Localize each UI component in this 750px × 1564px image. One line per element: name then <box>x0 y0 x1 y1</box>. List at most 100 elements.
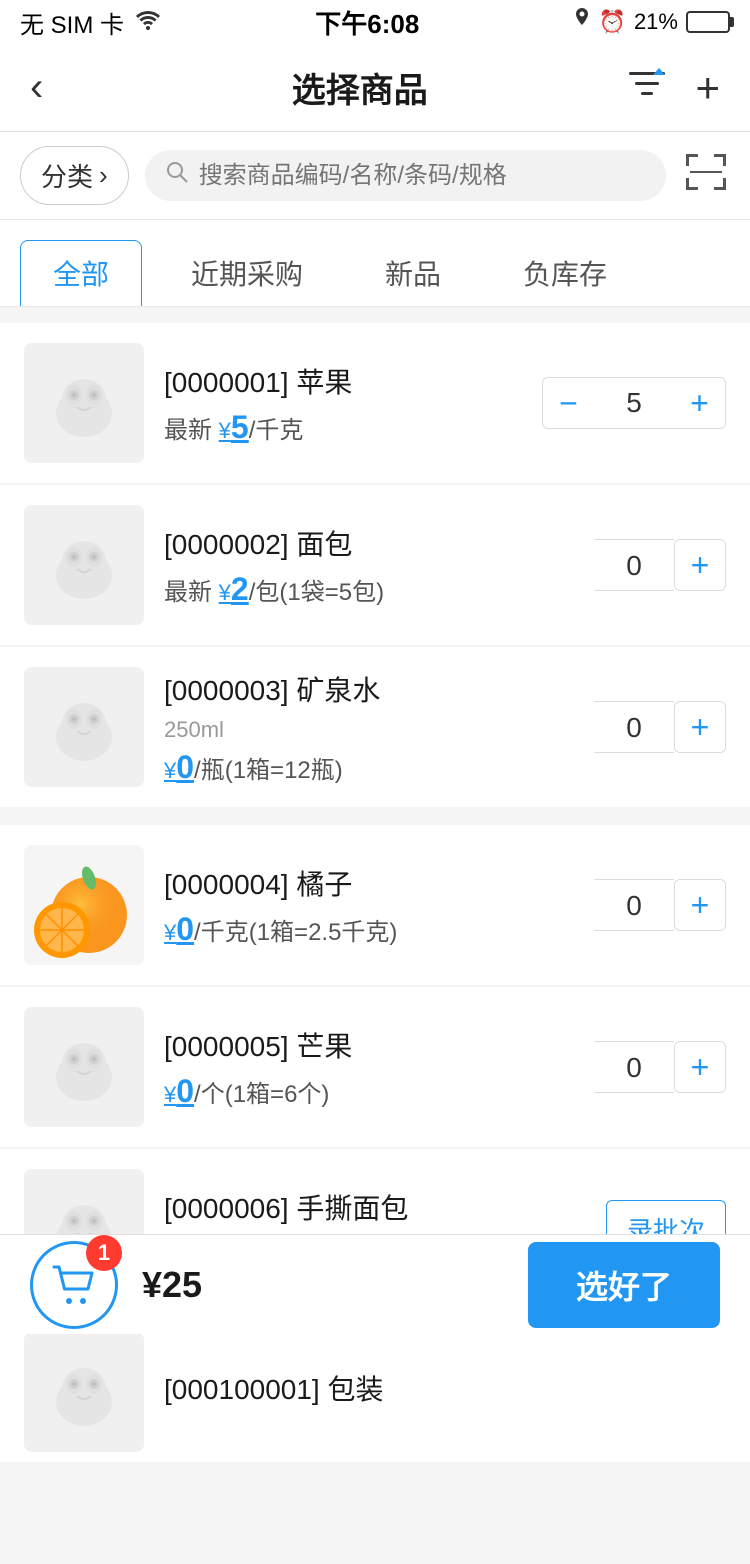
product-spec: 250ml <box>164 717 574 743</box>
price-label: 最新 <box>164 417 219 444</box>
product-item: [0000003] 矿泉水 250ml ¥0/瓶(1箱=12瓶) 0 + <box>0 647 750 807</box>
wifi-icon <box>134 8 162 37</box>
product-image-packaging <box>24 1332 144 1452</box>
product-item: [0000002] 面包 最新 ¥2/包(1袋=5包) 0 + <box>0 485 750 645</box>
price-unit: /包(1袋=5包) <box>249 579 384 606</box>
product-item: [0000005] 芒果 ¥0/个(1箱=6个) 0 + <box>0 987 750 1147</box>
product-image-water <box>24 667 144 787</box>
product-name: [0000002] 面包 <box>164 523 574 563</box>
tab-all[interactable]: 全部 <box>20 240 142 306</box>
price-unit: /千克 <box>249 417 304 444</box>
price-currency: ¥ <box>164 1082 176 1107</box>
price-label: 最新 <box>164 579 219 606</box>
search-bar <box>145 150 666 201</box>
product-info-mango: [0000005] 芒果 ¥0/个(1箱=6个) <box>164 1025 574 1110</box>
quantity-increment-button[interactable]: + <box>674 377 726 429</box>
quantity-control-mango: 0 + <box>594 1041 726 1093</box>
price-currency: ¥ <box>219 418 231 443</box>
product-name: [0000003] 矿泉水 <box>164 669 574 709</box>
product-name: [000100001] 包装 <box>164 1368 726 1408</box>
tab-recent[interactable]: 近期采购 <box>158 240 336 306</box>
price-value: 0 <box>176 749 194 785</box>
section-divider <box>0 307 750 323</box>
status-left: 无 SIM 卡 <box>20 5 162 40</box>
quantity-control-bread: 0 + <box>594 539 726 591</box>
battery-icon <box>686 11 730 33</box>
product-item: [0000001] 苹果 最新 ¥5/千克 − + <box>0 323 750 483</box>
product-price: ¥0/千克(1箱=2.5千克) <box>164 911 574 948</box>
price-unit: /瓶(1箱=12瓶) <box>194 757 343 784</box>
quantity-display: 0 <box>594 1041 674 1093</box>
category-chevron: › <box>99 160 108 191</box>
product-name: [0000005] 芒果 <box>164 1025 574 1065</box>
quantity-increment-button[interactable]: + <box>674 701 726 753</box>
price-currency: ¥ <box>164 920 176 945</box>
quantity-increment-button[interactable]: + <box>674 539 726 591</box>
quantity-decrement-button[interactable]: − <box>542 377 594 429</box>
section-divider <box>0 809 750 825</box>
price-value: 0 <box>176 911 194 947</box>
product-info-packaging: [000100001] 包装 <box>164 1368 726 1416</box>
product-image-apple <box>24 343 144 463</box>
price-value: 5 <box>231 409 249 445</box>
product-image-bread <box>24 505 144 625</box>
price-value: 0 <box>176 1073 194 1109</box>
product-price: 最新 ¥5/千克 <box>164 409 522 446</box>
nav-bar: ‹ 选择商品 + <box>0 44 750 132</box>
product-price: 最新 ¥2/包(1袋=5包) <box>164 571 574 608</box>
quantity-increment-button[interactable]: + <box>674 1041 726 1093</box>
status-time: 下午6:08 <box>315 4 419 41</box>
product-info-water: [0000003] 矿泉水 250ml ¥0/瓶(1箱=12瓶) <box>164 669 574 786</box>
product-image-mango <box>24 1007 144 1127</box>
price-unit: /个(1箱=6个) <box>194 1081 329 1108</box>
add-button[interactable]: + <box>695 64 720 112</box>
category-label: 分类 <box>41 157 93 194</box>
carrier-text: 无 SIM 卡 <box>20 5 124 40</box>
quantity-display: 0 <box>594 879 674 931</box>
status-right: ⏰ 21% <box>573 8 730 36</box>
bottom-bar: 1 ¥25 选好了 <box>0 1234 750 1334</box>
alarm-icon: ⏰ <box>599 9 626 35</box>
price-value: 2 <box>231 571 249 607</box>
product-price: ¥0/瓶(1箱=12瓶) <box>164 749 574 786</box>
product-item: [0000004] 橘子 ¥0/千克(1箱=2.5千克) 0 + <box>0 825 750 985</box>
price-currency: ¥ <box>164 758 176 783</box>
product-info-orange: [0000004] 橘子 ¥0/千克(1箱=2.5千克) <box>164 863 574 948</box>
quantity-control-apple: − + <box>542 377 726 429</box>
product-image-orange <box>24 845 144 965</box>
product-name: [0000006] 手撕面包 <box>164 1187 586 1227</box>
location-icon <box>573 8 591 36</box>
quantity-input[interactable] <box>594 377 674 429</box>
quantity-display: 0 <box>594 701 674 753</box>
category-button[interactable]: 分类 › <box>20 146 129 205</box>
product-info-apple: [0000001] 苹果 最新 ¥5/千克 <box>164 361 522 446</box>
quantity-control-orange: 0 + <box>594 879 726 931</box>
product-price: ¥0/个(1箱=6个) <box>164 1073 574 1110</box>
price-currency: ¥ <box>219 580 231 605</box>
cart-badge: 1 <box>86 1235 122 1271</box>
nav-actions: + <box>629 64 720 112</box>
cart-wrapper: 1 <box>30 1241 118 1329</box>
quantity-increment-button[interactable]: + <box>674 879 726 931</box>
product-name: [0000001] 苹果 <box>164 361 522 401</box>
confirm-button[interactable]: 选好了 <box>528 1242 720 1328</box>
bottom-spacer <box>0 1464 750 1564</box>
product-name: [0000004] 橘子 <box>164 863 574 903</box>
product-info-bread: [0000002] 面包 最新 ¥2/包(1袋=5包) <box>164 523 574 608</box>
search-input[interactable] <box>199 162 646 190</box>
page-title: 选择商品 <box>292 63 428 112</box>
back-button[interactable]: ‹ <box>30 65 90 110</box>
price-unit: /千克(1箱=2.5千克) <box>194 919 397 946</box>
total-price: ¥25 <box>118 1264 528 1306</box>
toolbar: 分类 › <box>0 132 750 220</box>
search-icon <box>165 160 189 191</box>
quantity-display: 0 <box>594 539 674 591</box>
battery-percent: 21% <box>634 9 678 35</box>
status-bar: 无 SIM 卡 下午6:08 ⏰ 21% <box>0 0 750 44</box>
filter-icon[interactable] <box>629 68 665 108</box>
quantity-control-water: 0 + <box>594 701 726 753</box>
tab-negative[interactable]: 负库存 <box>490 240 640 306</box>
tab-bar: 全部 近期采购 新品 负库存 <box>0 220 750 307</box>
tab-new[interactable]: 新品 <box>352 240 474 306</box>
scan-icon[interactable] <box>682 150 730 202</box>
